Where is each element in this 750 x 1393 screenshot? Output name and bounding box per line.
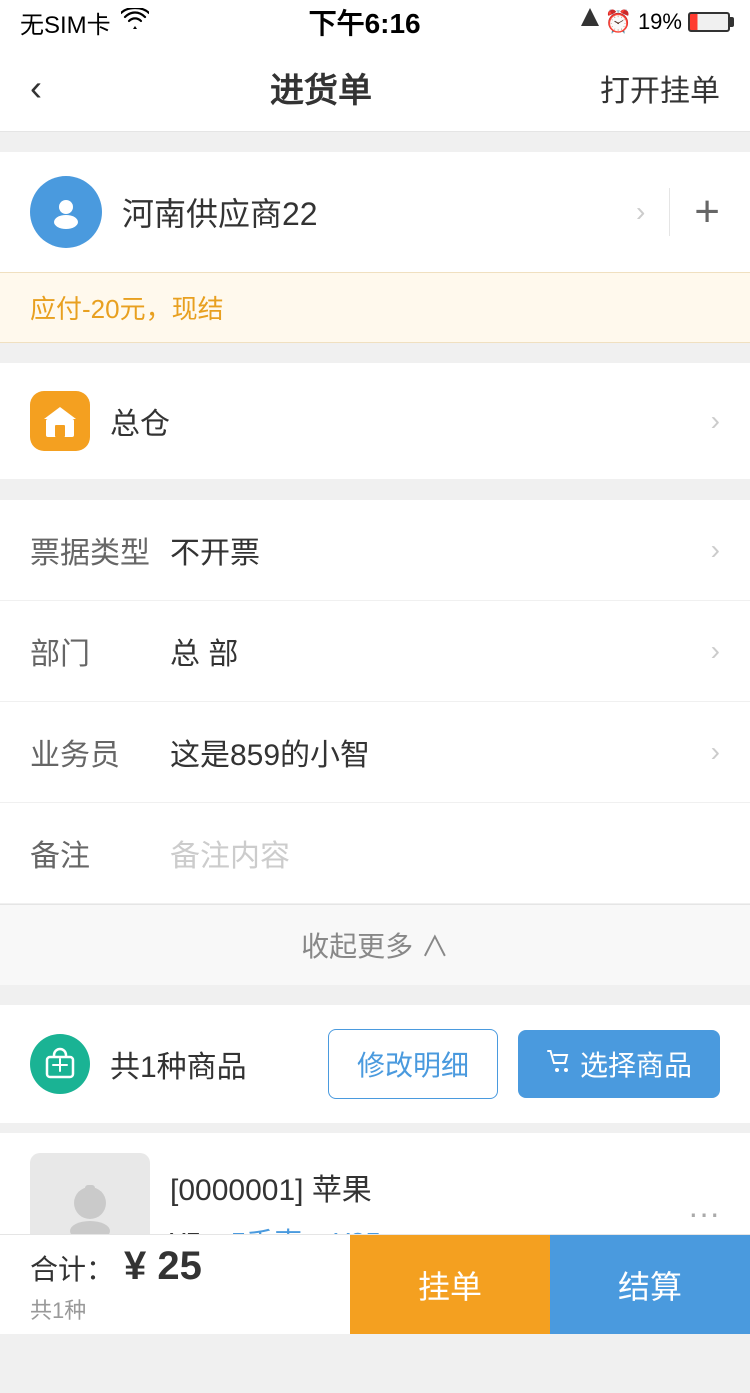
supplier-chevron: › bbox=[636, 196, 645, 228]
product-title: 苹果 bbox=[312, 1174, 372, 1207]
select-product-label: 选择商品 bbox=[580, 1044, 692, 1084]
total-amount: ¥ 25 bbox=[124, 1244, 202, 1289]
add-supplier-button[interactable]: + bbox=[694, 187, 720, 237]
divider-3 bbox=[0, 480, 750, 500]
warehouse-icon bbox=[30, 391, 90, 451]
invoice-type-value: 不开票 bbox=[170, 528, 701, 572]
supplier-v-divider bbox=[669, 188, 670, 236]
nav-bar: ‹ 进货单 打开挂单 bbox=[0, 44, 750, 132]
total-row: 合计： ¥ 25 bbox=[30, 1244, 320, 1289]
supplier-section: 河南供应商22 › + 应付-20元，现结 bbox=[0, 152, 750, 343]
supplier-notice: 应付-20元，现结 bbox=[0, 272, 750, 343]
invoice-type-row[interactable]: 票据类型 不开票 › bbox=[0, 500, 750, 601]
wifi-icon bbox=[121, 8, 149, 37]
department-chevron: › bbox=[711, 635, 720, 667]
network-label: 无SIM卡 bbox=[20, 5, 111, 40]
remarks-row[interactable]: 备注 备注内容 bbox=[0, 803, 750, 904]
product-code: [0000001] bbox=[170, 1174, 303, 1207]
department-row[interactable]: 部门 总 部 › bbox=[0, 601, 750, 702]
page-title: 进货单 bbox=[270, 63, 372, 112]
total-sub-label: 共1种 bbox=[30, 1293, 320, 1325]
edit-detail-button[interactable]: 修改明细 bbox=[328, 1029, 498, 1099]
status-bar: 无SIM卡 下午6:16 ⏰ 19% bbox=[0, 0, 750, 44]
warehouse-row[interactable]: 总仓 › bbox=[0, 363, 750, 480]
battery-icon bbox=[688, 12, 730, 32]
product-more-button[interactable]: ··· bbox=[688, 1195, 720, 1232]
warehouse-chevron: › bbox=[711, 405, 720, 437]
salesperson-row[interactable]: 业务员 这是859的小智 › bbox=[0, 702, 750, 803]
invoice-type-chevron: › bbox=[711, 534, 720, 566]
total-label: 合计： bbox=[30, 1248, 114, 1288]
remarks-placeholder[interactable]: 备注内容 bbox=[170, 831, 720, 875]
cart-icon bbox=[546, 1048, 572, 1081]
product-count-label: 共1种商品 bbox=[110, 1042, 308, 1086]
status-time: 下午6:16 bbox=[309, 2, 421, 42]
salesperson-value: 这是859的小智 bbox=[170, 730, 701, 774]
department-label: 部门 bbox=[30, 629, 170, 673]
remarks-label: 备注 bbox=[30, 831, 170, 875]
bottom-total: 合计： ¥ 25 共1种 bbox=[0, 1235, 350, 1334]
hang-button[interactable]: 挂单 bbox=[350, 1235, 550, 1334]
bottom-bar: 合计： ¥ 25 共1种 挂单 结算 bbox=[0, 1234, 750, 1334]
salesperson-chevron: › bbox=[711, 736, 720, 768]
product-section-icon bbox=[30, 1034, 90, 1094]
product-section-header-row: 共1种商品 修改明细 选择商品 bbox=[0, 1005, 750, 1123]
select-product-button[interactable]: 选择商品 bbox=[518, 1030, 720, 1098]
warehouse-section: 总仓 › bbox=[0, 363, 750, 480]
supplier-avatar bbox=[30, 176, 102, 248]
status-left: 无SIM卡 bbox=[20, 5, 149, 40]
supplier-row[interactable]: 河南供应商22 › + bbox=[0, 152, 750, 272]
supplier-name: 河南供应商22 bbox=[122, 189, 626, 235]
divider-2 bbox=[0, 343, 750, 363]
open-hang-button[interactable]: 打开挂单 bbox=[600, 66, 720, 110]
divider-1 bbox=[0, 132, 750, 152]
location-icon bbox=[581, 8, 599, 36]
warehouse-name: 总仓 bbox=[110, 399, 701, 443]
battery-percent: 19% bbox=[638, 9, 682, 35]
product-name: [0000001] 苹果 bbox=[170, 1165, 668, 1209]
form-section: 票据类型 不开票 › 部门 总 部 › 业务员 这是859的小智 › 备注 备注… bbox=[0, 500, 750, 985]
salesperson-label: 业务员 bbox=[30, 730, 170, 774]
divider-4 bbox=[0, 985, 750, 1005]
status-right: ⏰ 19% bbox=[581, 8, 730, 36]
settle-button[interactable]: 结算 bbox=[550, 1235, 750, 1334]
back-button[interactable]: ‹ bbox=[30, 67, 42, 109]
product-header: 共1种商品 修改明细 选择商品 bbox=[0, 1005, 750, 1123]
department-value: 总 部 bbox=[170, 629, 701, 673]
collapse-toggle[interactable]: 收起更多 ∧ bbox=[0, 904, 750, 985]
invoice-type-label: 票据类型 bbox=[30, 528, 170, 572]
alarm-icon: ⏰ bbox=[605, 9, 632, 35]
